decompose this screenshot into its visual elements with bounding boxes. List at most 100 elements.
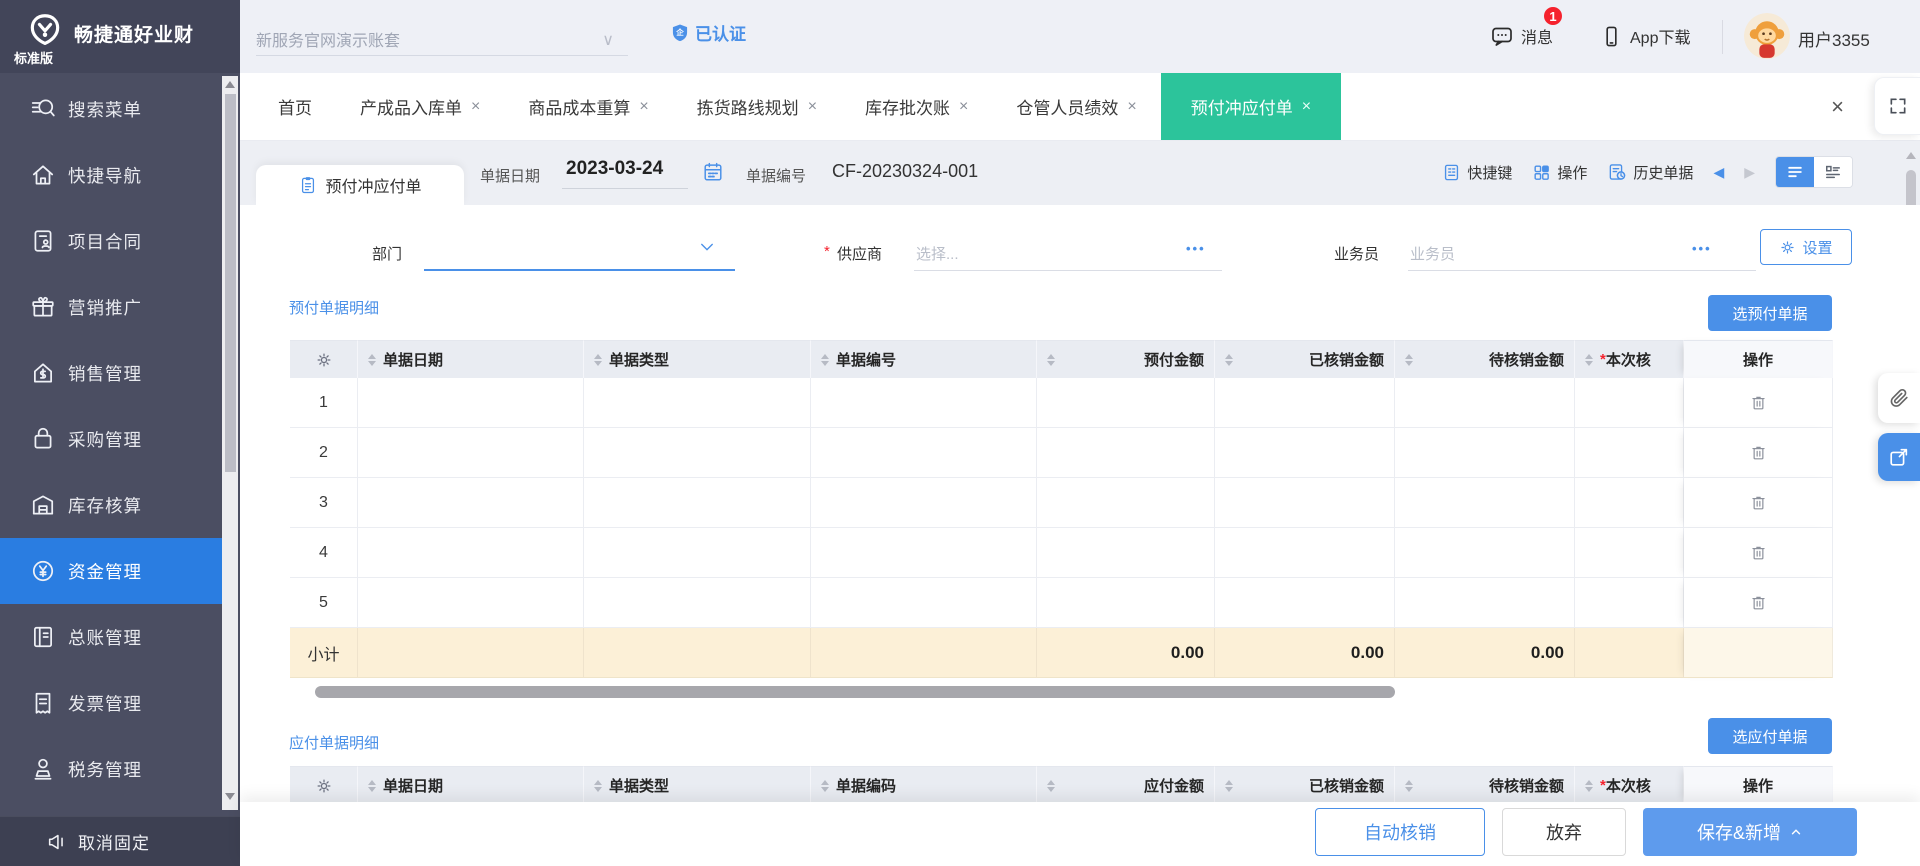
sort-icon[interactable]: [1225, 779, 1233, 792]
messages-button[interactable]: 消息: [1490, 24, 1553, 48]
doc-number-value[interactable]: CF-20230324-001: [832, 161, 978, 182]
supplier-field[interactable]: 选择...: [916, 243, 959, 264]
sort-icon[interactable]: [1585, 353, 1593, 366]
sidebar-item-quick-nav[interactable]: 快捷导航: [0, 142, 222, 208]
close-tab-icon[interactable]: ×: [1831, 73, 1844, 141]
supplier-picker-icon[interactable]: •••: [1186, 241, 1206, 256]
operations-button[interactable]: 操作: [1532, 162, 1587, 183]
doc-type-tab[interactable]: 预付冲应付单: [256, 165, 464, 205]
column-settings-button[interactable]: [290, 766, 358, 802]
sidebar-item-search-menu[interactable]: 搜索菜单: [0, 76, 222, 142]
home-icon: [30, 162, 56, 188]
trash-icon[interactable]: [1749, 543, 1768, 562]
sort-icon[interactable]: [1405, 353, 1413, 366]
list-view-button[interactable]: [1776, 157, 1814, 187]
tab-close-icon[interactable]: ×: [1127, 98, 1136, 116]
trash-icon[interactable]: [1749, 593, 1768, 612]
history-docs-button[interactable]: 历史单据: [1607, 162, 1693, 183]
select-payable-docs-button[interactable]: 选应付单据: [1708, 718, 1832, 754]
tab-close-icon[interactable]: ×: [639, 98, 648, 116]
col-doc-code[interactable]: 单据编码: [811, 766, 1037, 802]
sort-icon[interactable]: [368, 779, 376, 792]
attachment-button[interactable]: [1878, 373, 1920, 423]
select-prepay-docs-button[interactable]: 选预付单据: [1708, 295, 1832, 331]
account-selector[interactable]: 新服务官网演示账套 ∨: [256, 22, 628, 56]
sort-icon[interactable]: [594, 779, 602, 792]
certified-badge[interactable]: 企 已认证: [670, 20, 746, 45]
tab-close-icon[interactable]: ×: [808, 98, 817, 116]
auto-verify-button[interactable]: 自动核销: [1315, 808, 1485, 856]
sidebar-item-general-ledger[interactable]: 总账管理: [0, 604, 222, 670]
sort-icon[interactable]: [821, 353, 829, 366]
sort-icon[interactable]: [1047, 353, 1055, 366]
sort-icon[interactable]: [594, 353, 602, 366]
sort-icon[interactable]: [1225, 353, 1233, 366]
save-and-new-button[interactable]: 保存&新增: [1643, 808, 1857, 856]
sidebar-item-sales[interactable]: 销售管理: [0, 340, 222, 406]
username[interactable]: 用户3355: [1798, 26, 1870, 51]
doc-date-value[interactable]: 2023-03-24: [566, 158, 663, 180]
trash-icon[interactable]: [1749, 443, 1768, 462]
sidebar-scrollbar[interactable]: [222, 76, 238, 810]
tab-close-icon[interactable]: ×: [1302, 98, 1311, 116]
prev-doc-icon[interactable]: ◀: [1713, 164, 1724, 181]
col-current-verify[interactable]: * 本次核: [1575, 766, 1684, 802]
sidebar-item-funds[interactable]: 资金管理: [0, 538, 222, 604]
expand-panel-button[interactable]: [1878, 433, 1920, 481]
col-doc-date[interactable]: 单据日期: [358, 340, 584, 378]
sort-icon[interactable]: [1047, 779, 1055, 792]
chevron-down-icon[interactable]: [698, 238, 716, 256]
trash-icon[interactable]: [1749, 493, 1768, 512]
sort-icon[interactable]: [821, 779, 829, 792]
salesman-picker-icon[interactable]: •••: [1692, 241, 1712, 256]
sidebar-item-purchase[interactable]: 采购管理: [0, 406, 222, 472]
settings-button[interactable]: 设置: [1760, 229, 1852, 265]
next-doc-icon[interactable]: ▶: [1744, 164, 1755, 181]
col-doc-type[interactable]: 单据类型: [584, 766, 811, 802]
fullscreen-button[interactable]: [1874, 77, 1920, 135]
col-doc-type[interactable]: 单据类型: [584, 340, 811, 378]
col-pending-amount[interactable]: 待核销金额: [1395, 340, 1575, 378]
sort-icon[interactable]: [368, 353, 376, 366]
shortcut-keys-button[interactable]: 快捷键: [1442, 162, 1512, 183]
calendar-icon[interactable]: [702, 161, 724, 183]
sidebar-item-inventory[interactable]: 库存核算: [0, 472, 222, 538]
col-current-verify[interactable]: * 本次核: [1575, 340, 1684, 378]
col-payable-amount[interactable]: 应付金额: [1037, 766, 1215, 802]
sidebar-item-marketing[interactable]: 营销推广: [0, 274, 222, 340]
col-verified-amount[interactable]: 已核销金额: [1215, 766, 1395, 802]
trash-icon[interactable]: [1749, 393, 1768, 412]
sidebar-item-invoice[interactable]: 发票管理: [0, 670, 222, 736]
scroll-down-icon[interactable]: [225, 793, 235, 800]
tab-close-icon[interactable]: ×: [471, 98, 480, 116]
app-download-button[interactable]: App下载: [1600, 24, 1690, 48]
tab-finished-goods-receipt[interactable]: 产成品入库单 ×: [336, 73, 504, 140]
salesman-field[interactable]: 业务员: [1410, 243, 1455, 264]
scroll-up-icon[interactable]: [225, 81, 235, 88]
horizontal-scrollbar-thumb[interactable]: [315, 686, 1395, 698]
discard-button[interactable]: 放弃: [1502, 808, 1626, 856]
sidebar-item-tax[interactable]: 税务管理: [0, 736, 222, 802]
tab-stock-batch[interactable]: 库存批次账 ×: [841, 73, 992, 140]
avatar[interactable]: [1744, 13, 1790, 59]
col-pending-amount[interactable]: 待核销金额: [1395, 766, 1575, 802]
col-verified-amount[interactable]: 已核销金额: [1215, 340, 1395, 378]
sort-icon[interactable]: [1585, 779, 1593, 792]
main-scroll-up-icon[interactable]: [1906, 152, 1916, 159]
tab-home[interactable]: 首页: [254, 73, 336, 140]
sidebar-scrollbar-thumb[interactable]: [224, 94, 236, 472]
col-doc-number[interactable]: 单据编号: [811, 340, 1037, 378]
unpin-sidebar-button[interactable]: 取消固定: [0, 816, 240, 866]
tab-warehouse-kpi[interactable]: 仓管人员绩效 ×: [992, 73, 1160, 140]
tab-cost-recalc[interactable]: 商品成本重算 ×: [504, 73, 672, 140]
tab-prepay-offset-payable[interactable]: 预付冲应付单 ×: [1160, 73, 1342, 140]
col-prepaid-amount[interactable]: 预付金额: [1037, 340, 1215, 378]
col-doc-date[interactable]: 单据日期: [358, 766, 584, 802]
form-view-button[interactable]: [1814, 157, 1852, 187]
department-field[interactable]: [424, 269, 735, 271]
tab-picking-route[interactable]: 拣货路线规划 ×: [673, 73, 841, 140]
sidebar-item-project-contract[interactable]: 项目合同: [0, 208, 222, 274]
sort-icon[interactable]: [1405, 779, 1413, 792]
column-settings-button[interactable]: [290, 340, 358, 378]
tab-close-icon[interactable]: ×: [959, 98, 968, 116]
